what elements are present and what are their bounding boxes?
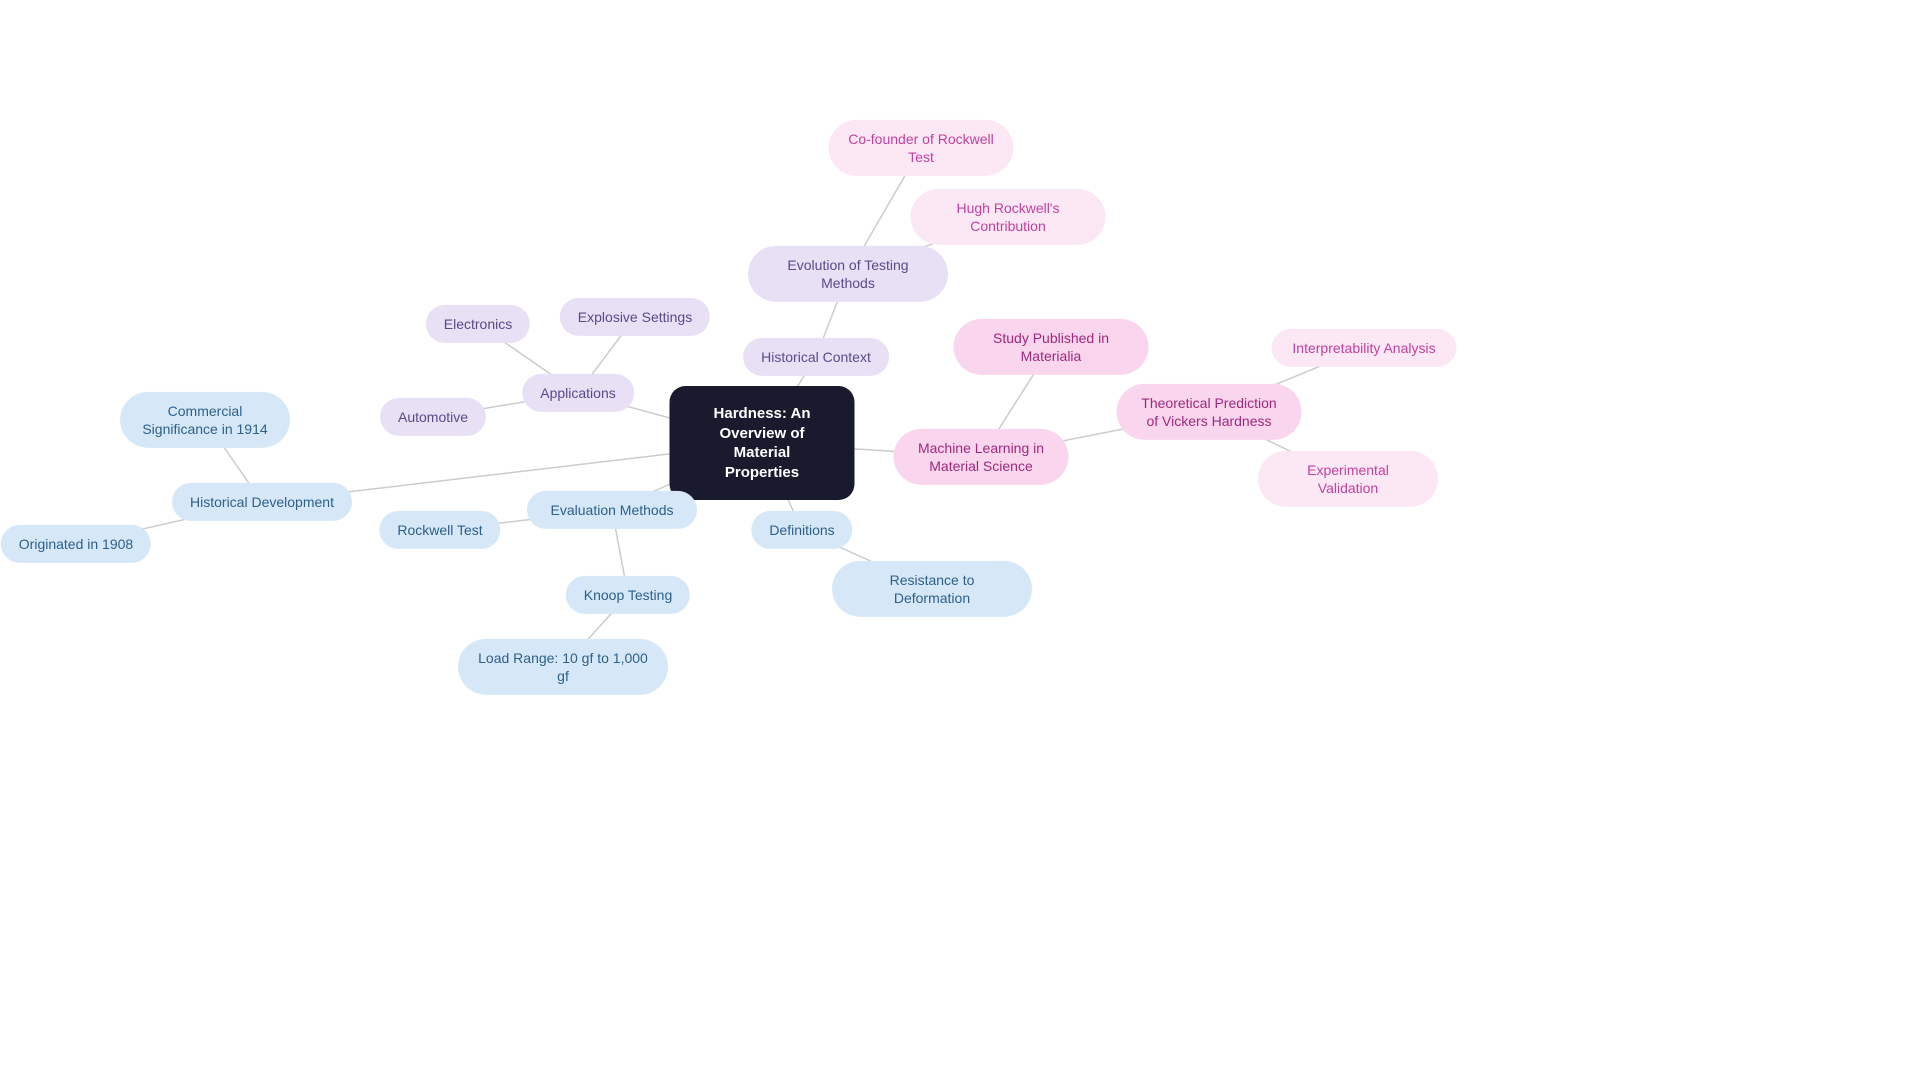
node-rockwell[interactable]: Rockwell Test: [379, 511, 500, 549]
node-definitions[interactable]: Definitions: [751, 511, 852, 549]
node-theoreticalPred[interactable]: Theoretical Prediction of Vickers Hardne…: [1117, 384, 1302, 440]
node-resistance[interactable]: Resistance to Deformation: [832, 561, 1032, 617]
node-cofounder[interactable]: Co-founder of Rockwell Test: [829, 120, 1014, 176]
node-historicalDev[interactable]: Historical Development: [172, 483, 352, 521]
node-originated[interactable]: Originated in 1908: [1, 525, 151, 563]
node-historicalContext[interactable]: Historical Context: [743, 338, 889, 376]
node-hughRockwell[interactable]: Hugh Rockwell's Contribution: [911, 189, 1106, 245]
node-evalMethods[interactable]: Evaluation Methods: [527, 491, 697, 529]
node-explosive[interactable]: Explosive Settings: [560, 298, 710, 336]
node-loadRange[interactable]: Load Range: 10 gf to 1,000 gf: [458, 639, 668, 695]
node-studyPublished[interactable]: Study Published in Materialia: [954, 319, 1149, 375]
node-experimental[interactable]: Experimental Validation: [1258, 451, 1438, 507]
mindmap-canvas: Hardness: An Overview of Material Proper…: [0, 0, 1920, 1083]
node-interpretability[interactable]: Interpretability Analysis: [1272, 329, 1457, 367]
node-center[interactable]: Hardness: An Overview of Material Proper…: [670, 386, 855, 500]
node-machineLearning[interactable]: Machine Learning in Material Science: [894, 429, 1069, 485]
node-evolutionTesting[interactable]: Evolution of Testing Methods: [748, 246, 948, 302]
node-electronics[interactable]: Electronics: [426, 305, 530, 343]
node-applications[interactable]: Applications: [522, 374, 634, 412]
node-automotive[interactable]: Automotive: [380, 398, 486, 436]
node-commercial[interactable]: Commercial Significance in 1914: [120, 392, 290, 448]
node-knoop[interactable]: Knoop Testing: [566, 576, 690, 614]
